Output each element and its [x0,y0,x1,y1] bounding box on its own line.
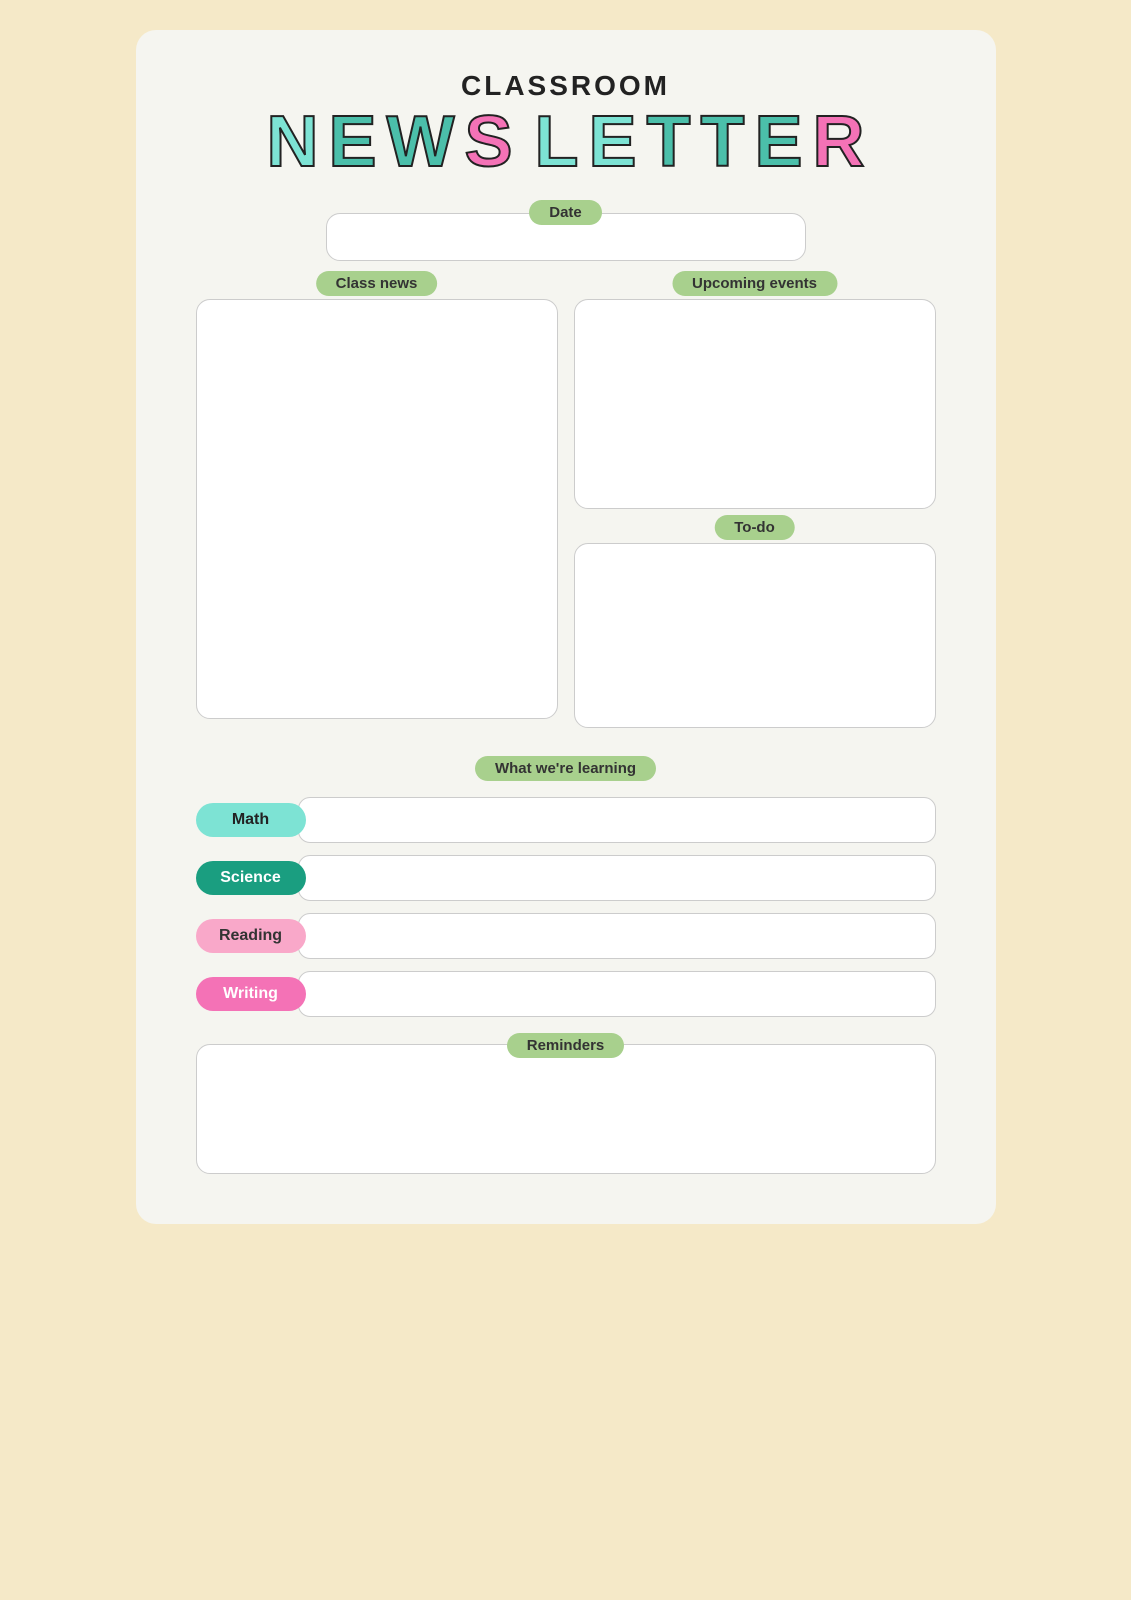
learning-section: What we're learning Math Science Reading… [196,756,936,1017]
letter-e1: E [324,104,380,180]
subject-row-writing: Writing [196,971,936,1017]
date-label-wrap: Date [529,200,602,225]
class-news-section: Class news [196,285,558,728]
science-pill: Science [196,861,306,895]
todo-box[interactable] [574,543,936,728]
reminders-box[interactable] [196,1044,936,1174]
subject-row-reading: Reading [196,913,936,959]
classroom-title: CLASSROOM [196,70,936,102]
letter-e3: E [750,104,806,180]
letter-e2: E [584,104,640,180]
reading-pill: Reading [196,919,306,953]
class-news-box[interactable] [196,299,558,719]
date-label: Date [529,200,602,225]
two-column-section: Class news Upcoming events To-do [196,285,936,728]
upcoming-events-label: Upcoming events [672,271,837,296]
newsletter-title: N E W S L E T T E R [196,104,936,180]
reminders-section: Reminders [196,1033,936,1174]
subject-row-science: Science [196,855,936,901]
right-column: Upcoming events To-do [574,285,936,728]
letter-l: L [531,104,583,180]
learning-label: What we're learning [475,756,656,781]
reminders-label: Reminders [507,1033,625,1058]
header: CLASSROOM N E W S L E T T E R [196,70,936,180]
letter-t2: T [697,104,749,180]
science-input-box[interactable] [298,855,936,901]
reading-input-box[interactable] [298,913,936,959]
newsletter-page: CLASSROOM N E W S L E T T E R Date Class… [136,30,996,1224]
upcoming-events-box[interactable] [574,299,936,509]
letter-t1: T [643,104,695,180]
upcoming-events-section: Upcoming events [574,285,936,509]
subject-row-math: Math [196,797,936,843]
todo-label: To-do [714,515,795,540]
letter-s: S [460,104,516,180]
class-news-label: Class news [316,271,438,296]
letter-r: R [809,104,869,180]
letter-n: N [262,104,322,180]
date-section: Date [196,200,936,261]
reminders-label-wrap: Reminders [196,1033,936,1058]
todo-section: To-do [574,529,936,728]
learning-header: What we're learning [196,756,936,781]
math-pill: Math [196,803,306,837]
math-input-box[interactable] [298,797,936,843]
writing-pill: Writing [196,977,306,1011]
writing-input-box[interactable] [298,971,936,1017]
letter-w: W [383,104,459,180]
